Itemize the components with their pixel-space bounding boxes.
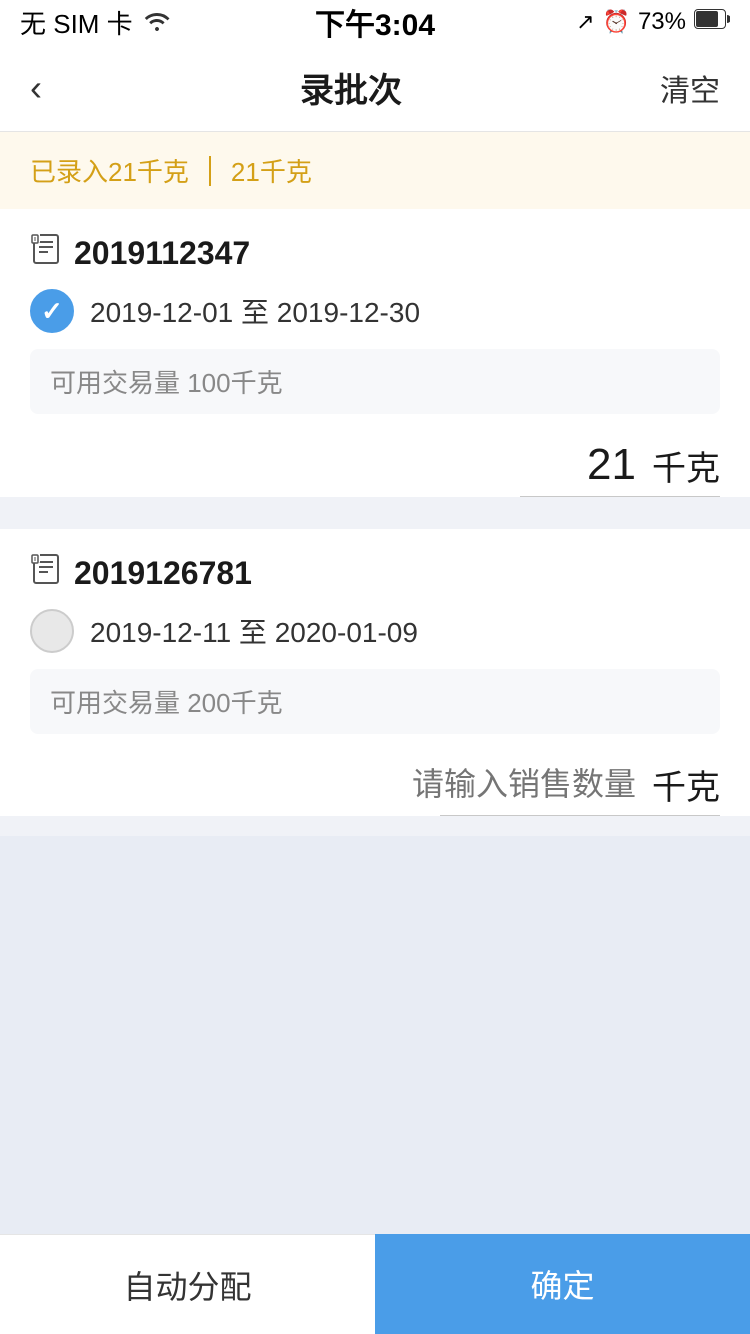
batch-2-qty-unit: 千克 (652, 760, 720, 809)
back-button[interactable]: ‹ (30, 67, 42, 109)
separator-1 (0, 517, 750, 529)
summary-divider (209, 156, 211, 186)
batch-2-quantity-row[interactable]: 千克 (0, 750, 750, 815)
status-carrier: 无 SIM 卡 (20, 4, 171, 41)
battery-text: 73% (638, 8, 686, 36)
status-time: 下午3:04 (315, 0, 435, 44)
batch-card-2: 2019126781 2019-12-11 至 2020-01-09 可用交易量… (0, 529, 750, 816)
batch-1-radio[interactable] (30, 289, 74, 333)
batch-2-date: 2019-12-11 至 2020-01-09 (90, 611, 418, 651)
batch-1-availability: 可用交易量 100千克 (30, 349, 720, 414)
page-title: 录批次 (300, 63, 402, 112)
batch-1-qty-value: 21 (587, 440, 636, 490)
batch-1-date-row[interactable]: 2019-12-01 至 2019-12-30 (0, 281, 750, 341)
batch-2-date-row[interactable]: 2019-12-11 至 2020-01-09 (0, 601, 750, 661)
status-bar: 无 SIM 卡 下午3:04 ↗ ⏰ 73% (0, 0, 750, 44)
battery-icon (694, 8, 730, 36)
auto-distribute-button[interactable]: 自动分配 (0, 1234, 375, 1334)
wifi-icon (143, 7, 171, 38)
status-indicators: ↗ ⏰ 73% (576, 8, 730, 36)
confirm-button[interactable]: 确定 (375, 1234, 750, 1334)
batch-1-underline (520, 496, 720, 497)
nav-bar: ‹ 录批次 清空 (0, 44, 750, 132)
batch-2-header: 2019126781 (0, 529, 750, 601)
batch-1-icon (30, 233, 62, 273)
clear-button[interactable]: 清空 (660, 66, 720, 110)
carrier-text: 无 SIM 卡 (20, 4, 133, 41)
empty-area (0, 836, 750, 1256)
batch-1-qty-unit: 千克 (652, 441, 720, 490)
summary-value: 21千克 (231, 152, 312, 189)
location-icon: ↗ (576, 9, 594, 35)
batch-card-1: 2019112347 2019-12-01 至 2019-12-30 可用交易量… (0, 209, 750, 497)
batch-1-quantity-row: 21 千克 (0, 430, 750, 496)
batch-2-icon (30, 553, 62, 593)
batch-2-underline (440, 815, 720, 816)
batch-1-header: 2019112347 (0, 209, 750, 281)
batch-2-number: 2019126781 (74, 555, 252, 592)
summary-bar: 已录入21千克 21千克 (0, 132, 750, 209)
summary-label: 已录入21千克 (30, 152, 189, 189)
batch-2-radio[interactable] (30, 609, 74, 653)
alarm-icon: ⏰ (603, 9, 630, 35)
batch-2-availability: 可用交易量 200千克 (30, 669, 720, 734)
batch-1-number: 2019112347 (74, 235, 250, 272)
batch-1-date: 2019-12-01 至 2019-12-30 (90, 291, 420, 331)
batch-2-qty-input[interactable] (216, 766, 636, 803)
footer: 自动分配 确定 (0, 1234, 750, 1334)
